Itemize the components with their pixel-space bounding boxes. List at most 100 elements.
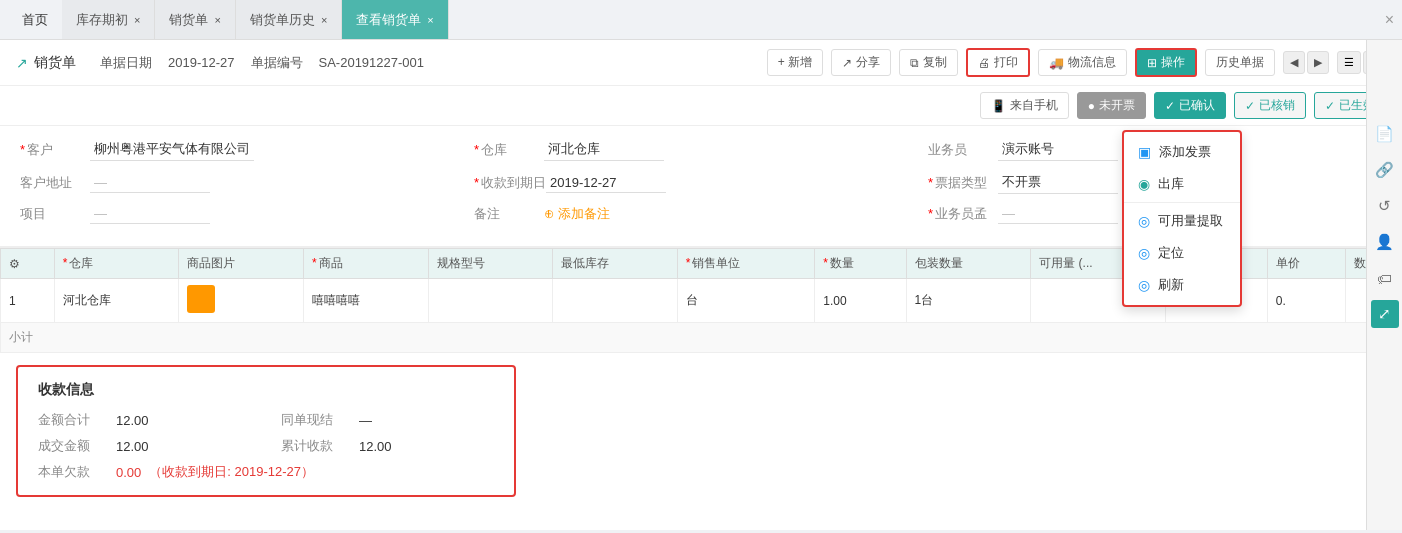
confirm-icon: ✓ [1165, 99, 1175, 113]
doc-meta: 单据日期 2019-12-27 单据编号 SA-20191227-001 [100, 54, 767, 72]
staff2-value[interactable]: — [998, 204, 1118, 224]
list-view-button[interactable]: ☰ [1337, 51, 1361, 74]
row-quantity: 1.00 [815, 279, 906, 323]
history-button[interactable]: 历史单据 [1205, 49, 1275, 76]
project-value[interactable]: — [90, 204, 210, 224]
sidebar-refresh-icon[interactable]: ↺ [1371, 192, 1399, 220]
col-settings[interactable]: ⚙ [1, 249, 55, 279]
doc-date-label: 单据日期 [100, 54, 152, 72]
operate-icon: ⊞ [1147, 56, 1157, 70]
tab-view-sales[interactable]: 查看销货单 × [342, 0, 448, 39]
ticket-value[interactable]: 不开票 [998, 171, 1118, 194]
confirm-button[interactable]: ✓ 已确认 [1154, 92, 1226, 119]
outbound-label: 出库 [1158, 175, 1184, 193]
transaction-amount-value: 12.00 [116, 439, 149, 454]
nav-next-button[interactable]: ▶ [1307, 51, 1329, 74]
tab-sales-order[interactable]: 销货单 × [155, 0, 235, 39]
address-value[interactable]: — [90, 173, 210, 193]
sidebar-tag-icon[interactable]: 🏷 [1371, 264, 1399, 292]
not-open-button[interactable]: ● 未开票 [1077, 92, 1146, 119]
outbound-item[interactable]: ◉ 出库 [1124, 168, 1240, 200]
refresh-sidebar-icon: ↺ [1378, 197, 1391, 215]
due-amount-label: 本单欠款 [38, 463, 108, 481]
available-take-icon: ◎ [1138, 213, 1150, 229]
user-icon: 👤 [1375, 233, 1394, 251]
col-spec: 规格型号 [428, 249, 553, 279]
copy-icon: ⧉ [910, 56, 919, 70]
subtotal-label: 小计 [1, 323, 1402, 353]
due-amount-value: 0.00 [116, 465, 141, 480]
status-bar: 📱 来自手机 ● 未开票 ✓ 已确认 ✓ 已核销 ✓ 已生效 [0, 86, 1402, 126]
share-button[interactable]: ↗ 分享 [831, 49, 891, 76]
note-label: 备注 [474, 205, 544, 223]
tab-inventory-init-close[interactable]: × [134, 14, 140, 26]
due-note: （收款到期日: 2019-12-27） [149, 463, 314, 481]
tab-view-sales-close[interactable]: × [427, 14, 433, 26]
tab-sales-history[interactable]: 销货单历史 × [236, 0, 342, 39]
doc-actions: + 新增 ↗ 分享 ⧉ 复制 🖨 打印 🚚 物流信息 ⊞ 操作 历 [767, 48, 1386, 77]
customer-value[interactable]: 柳州粤港平安气体有限公司 [90, 138, 254, 161]
logistics-icon: 🚚 [1049, 56, 1064, 70]
refresh-label: 刷新 [1158, 276, 1184, 294]
row-warehouse: 河北仓库 [54, 279, 179, 323]
nav-prev-button[interactable]: ◀ [1283, 51, 1305, 74]
copy-button[interactable]: ⧉ 复制 [899, 49, 958, 76]
row-pkg-qty: 1台 [906, 279, 1031, 323]
note-field: 备注 添加备注 [474, 205, 928, 223]
doc-date-value: 2019-12-27 [168, 55, 235, 70]
share-icon: ↗ [842, 56, 852, 70]
dropdown-divider-1 [1124, 202, 1240, 203]
tab-sales-history-close[interactable]: × [321, 14, 327, 26]
col-pkg-qty: 包装数量 [906, 249, 1031, 279]
add-note-button[interactable]: 添加备注 [544, 205, 610, 223]
window-close-button[interactable]: × [1385, 11, 1394, 29]
tag-icon: 🏷 [1377, 270, 1392, 287]
row-min-stock [553, 279, 678, 323]
total-amount-value: 12.00 [116, 413, 149, 428]
right-sidebar: 📄 🔗 ↺ 👤 🏷 ⤢ [1366, 40, 1402, 530]
from-phone-button[interactable]: 📱 来自手机 [980, 92, 1069, 119]
operate-button[interactable]: ⊞ 操作 [1135, 48, 1197, 77]
refresh-item[interactable]: ◎ 刷新 [1124, 269, 1240, 301]
col-unit-price: 单价 [1267, 249, 1346, 279]
tab-sales-order-close[interactable]: × [214, 14, 220, 26]
checked-button[interactable]: ✓ 已核销 [1234, 92, 1306, 119]
effective-icon: ✓ [1325, 99, 1335, 113]
locate-item[interactable]: ◎ 定位 [1124, 237, 1240, 269]
transaction-amount-label: 成交金额 [38, 437, 108, 455]
add-invoice-item[interactable]: ▣ 添加发票 [1124, 136, 1240, 168]
payment-grid: 金额合计 12.00 同单现结 — 成交金额 12.00 累计收款 12.00 … [38, 411, 494, 481]
new-button[interactable]: + 新增 [767, 49, 823, 76]
sidebar-doc-icon[interactable]: 📄 [1371, 120, 1399, 148]
warehouse-label: 仓库 [474, 141, 544, 159]
due-date-value[interactable]: 2019-12-27 [546, 173, 666, 193]
tab-view-sales-label: 查看销货单 [356, 11, 421, 29]
tab-sales-order-label: 销货单 [169, 11, 208, 29]
available-take-item[interactable]: ◎ 可用量提取 [1124, 205, 1240, 237]
tab-home[interactable]: 首页 [8, 0, 62, 39]
tab-inventory-init-label: 库存期初 [76, 11, 128, 29]
address-field: 客户地址 — [20, 173, 474, 193]
warehouse-value[interactable]: 河北仓库 [544, 138, 664, 161]
total-amount-row: 金额合计 12.00 [38, 411, 251, 429]
staff-value[interactable]: 演示账号 [998, 138, 1118, 161]
sidebar-link-icon[interactable]: 🔗 [1371, 156, 1399, 184]
ticket-label: 票据类型 [928, 174, 998, 192]
sidebar-user-icon[interactable]: 👤 [1371, 228, 1399, 256]
project-label: 项目 [20, 205, 90, 223]
refresh-icon: ◎ [1138, 277, 1150, 293]
cumulative-receipt-row: 累计收款 12.00 [281, 437, 494, 455]
doc-number-value: SA-20191227-001 [319, 55, 425, 70]
col-warehouse: 仓库 [54, 249, 179, 279]
logistics-button[interactable]: 🚚 物流信息 [1038, 49, 1127, 76]
doc-icon: 📄 [1375, 125, 1394, 143]
total-amount-label: 金额合计 [38, 411, 108, 429]
col-product-img: 商品图片 [179, 249, 304, 279]
payment-section: 收款信息 金额合计 12.00 同单现结 — 成交金额 12.00 累计收款 1… [16, 365, 516, 497]
print-button[interactable]: 🖨 打印 [966, 48, 1030, 77]
tab-inventory-init[interactable]: 库存期初 × [62, 0, 155, 39]
sidebar-expand-icon[interactable]: ⤢ [1371, 300, 1399, 328]
same-order-label: 同单现结 [281, 411, 351, 429]
print-icon: 🖨 [978, 56, 990, 70]
due-date-field: 收款到期日 2019-12-27 [474, 173, 928, 193]
